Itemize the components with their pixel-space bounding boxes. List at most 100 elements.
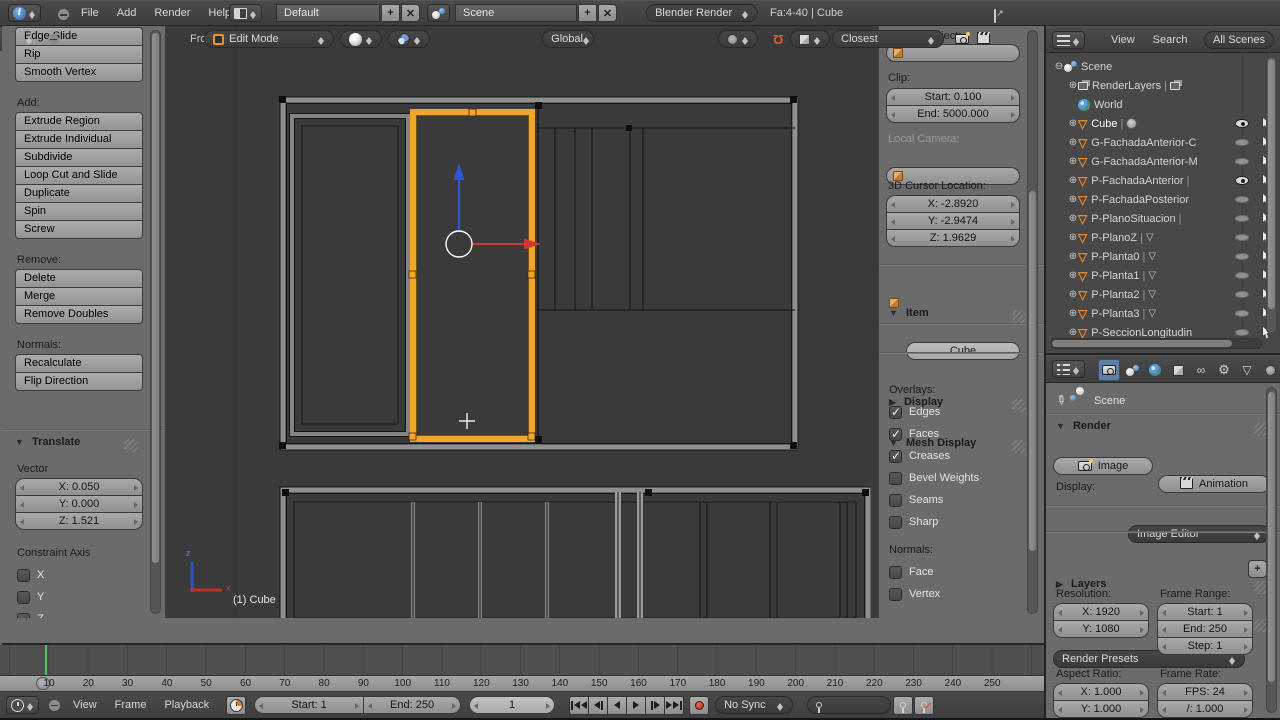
jump-to-start-button[interactable] — [569, 695, 590, 715]
restrict-eye-cell[interactable] — [1230, 152, 1254, 171]
mode-dropdown[interactable]: Edit Mode — [204, 30, 335, 48]
frame-rate-slider-1[interactable]: /: 1.000 — [1157, 700, 1253, 718]
outliner-item-p-planosituacion[interactable]: ⊕ ▽ P-PlanoSituacion | — [1046, 209, 1280, 228]
editor-type-button-info[interactable]: i — [8, 4, 41, 22]
slider-left-arrow[interactable] — [891, 111, 895, 118]
tab-scene[interactable] — [1121, 359, 1143, 381]
expand-toggle-icon[interactable]: ⊕ — [1068, 232, 1078, 243]
scrollbar-thumb[interactable] — [1268, 59, 1275, 309]
next-keyframe-button[interactable] — [645, 695, 666, 715]
snap-target-dropdown[interactable]: Closest — [832, 30, 945, 48]
outliner-item-scene[interactable]: ⊖ Scene — [1046, 57, 1280, 76]
tool-button-merge[interactable]: Merge — [15, 287, 143, 306]
expand-toggle-icon[interactable]: ⊕ — [1068, 308, 1078, 319]
frame-range-slider-0[interactable]: Start: 1 — [1157, 603, 1253, 621]
expand-toggle-icon[interactable]: ⊕ — [1068, 270, 1078, 281]
clip-slider-1[interactable]: End: 5000.000 — [886, 105, 1020, 123]
collapse-menus-icon[interactable] — [58, 9, 69, 20]
snap-element-dropdown[interactable] — [790, 30, 831, 48]
outliner-item-p-planoz[interactable]: ⊕ ▽ P-PlanoZ | ▽ — [1046, 228, 1280, 247]
slider-right-arrow[interactable] — [1011, 94, 1015, 101]
eye-icon[interactable] — [1235, 158, 1249, 165]
resolution-slider-1[interactable]: Y: 1080 — [1053, 620, 1149, 638]
outliner-vscrollbar[interactable] — [1266, 56, 1277, 334]
panel-drag-corner[interactable] — [1012, 399, 1025, 412]
proportional-edit-dropdown[interactable] — [718, 30, 759, 48]
panel-drag-corner[interactable] — [1012, 310, 1025, 323]
tab-world[interactable] — [1144, 359, 1166, 381]
cursor-slider-2[interactable]: Z: 1.9629 — [886, 229, 1020, 247]
overlay-seams[interactable] — [889, 493, 902, 507]
eye-icon[interactable] — [1235, 176, 1249, 185]
slider-right-arrow[interactable] — [1140, 706, 1144, 713]
frame-rate-slider-0[interactable]: FPS: 24 — [1157, 683, 1253, 701]
screen-layout-icon-button[interactable] — [229, 4, 262, 22]
resolution-slider-0[interactable]: X: 1920 — [1053, 603, 1149, 621]
frame-range-slider-1[interactable]: End: 250 — [1157, 620, 1253, 638]
render-animation-button[interactable]: Animation — [1158, 475, 1270, 493]
translate-panel-header[interactable]: ▼ Translate — [15, 436, 155, 452]
slider-left-arrow[interactable] — [891, 94, 895, 101]
slider-right-arrow[interactable] — [134, 518, 138, 525]
outliner-item-p-fachadaanterior[interactable]: ⊕ ▽ P-FachadaAnterior | — [1046, 171, 1280, 190]
tab-render[interactable] — [1098, 359, 1120, 381]
expand-toggle-icon[interactable]: ⊕ — [1068, 175, 1078, 186]
window-maximize-icon[interactable] — [994, 9, 997, 23]
render-image-button[interactable]: Image — [1053, 457, 1153, 475]
delete-scene-button[interactable]: ✕ — [598, 4, 617, 22]
clip-slider-0[interactable]: Start: 0.100 — [886, 88, 1020, 106]
tool-button-screw[interactable]: Screw — [15, 220, 143, 239]
scrollbar-thumb[interactable] — [1268, 392, 1275, 682]
transform-orientation-dropdown[interactable]: Global — [542, 30, 595, 48]
slider-left-arrow[interactable] — [1162, 689, 1166, 696]
overlay-sharp[interactable] — [889, 515, 902, 529]
outliner-filter-dropdown[interactable]: All Scenes — [1204, 31, 1274, 49]
slider-right-arrow[interactable] — [134, 484, 138, 491]
eye-icon[interactable] — [1235, 310, 1249, 317]
slider-left-arrow[interactable] — [891, 201, 895, 208]
menu-add[interactable]: Add — [108, 1, 146, 25]
slider-right-arrow[interactable] — [1244, 689, 1248, 696]
aspect-slider-0[interactable]: X: 1.000 — [1053, 683, 1149, 701]
normal-vertex[interactable] — [889, 587, 902, 601]
tab-data[interactable]: ▽ — [1236, 359, 1258, 381]
frame-range-slider-2[interactable]: Step: 1 — [1157, 637, 1253, 655]
tool-button-duplicate[interactable]: Duplicate — [15, 184, 143, 203]
render-display-dropdown[interactable]: Image Editor — [1128, 525, 1270, 543]
slider-right-arrow[interactable] — [1140, 626, 1144, 633]
slider-left-arrow[interactable] — [1162, 643, 1166, 650]
restrict-eye-cell[interactable] — [1230, 171, 1254, 190]
vector-slider-1[interactable]: Y: 0.000 — [15, 495, 143, 513]
tab-modifiers[interactable]: ⚙ — [1213, 359, 1235, 381]
properties-scrollbar[interactable] — [1266, 387, 1277, 713]
editor-type-button-properties[interactable] — [1052, 360, 1085, 378]
restrict-eye-cell[interactable] — [1230, 190, 1254, 209]
slider-right-arrow[interactable] — [134, 501, 138, 508]
menu-search[interactable]: Search — [1144, 28, 1197, 52]
slider-right-arrow[interactable] — [1140, 689, 1144, 696]
slider-left-arrow[interactable] — [1058, 609, 1062, 616]
slider-left-arrow[interactable] — [20, 518, 24, 525]
restrict-eye-cell[interactable] — [1230, 133, 1254, 152]
menu-view[interactable]: View — [1102, 28, 1144, 52]
outliner-item-g-fachadaanterior-c[interactable]: ⊕ ▽ G-FachadaAnterior-C — [1046, 133, 1280, 152]
scene-icon-button[interactable] — [427, 4, 450, 22]
cursor-slider-0[interactable]: X: -2.8920 — [886, 195, 1020, 213]
slider-right-arrow[interactable] — [1244, 643, 1248, 650]
frame-end-slider[interactable]: End: 250 — [363, 696, 462, 714]
add-layout-button[interactable]: + — [381, 4, 400, 22]
eye-icon[interactable] — [1235, 215, 1249, 222]
timeline-scrubber[interactable]: 10 20 30 40 50 60 70 80 90 100 110 120 130 140 150 160 1… — [0, 675, 1044, 692]
timeline-tracks[interactable] — [0, 645, 1044, 675]
tool-button-flip-direction[interactable]: Flip Direction — [15, 372, 143, 391]
tool-button-remove-doubles[interactable]: Remove Doubles — [15, 305, 143, 324]
slider-right-arrow[interactable] — [1244, 626, 1248, 633]
eye-icon[interactable] — [1235, 119, 1249, 128]
outliner-item-cube[interactable]: ⊕ ▽ Cube | — [1046, 114, 1280, 133]
vector-slider-2[interactable]: Z: 1.521 — [15, 512, 143, 530]
editor-type-button-timeline[interactable] — [6, 696, 39, 714]
slider-right-arrow[interactable] — [1244, 609, 1248, 616]
slider-left-arrow[interactable] — [1058, 706, 1062, 713]
slider-right-arrow[interactable] — [1244, 706, 1248, 713]
overlay-bevel-weights[interactable] — [889, 471, 902, 485]
